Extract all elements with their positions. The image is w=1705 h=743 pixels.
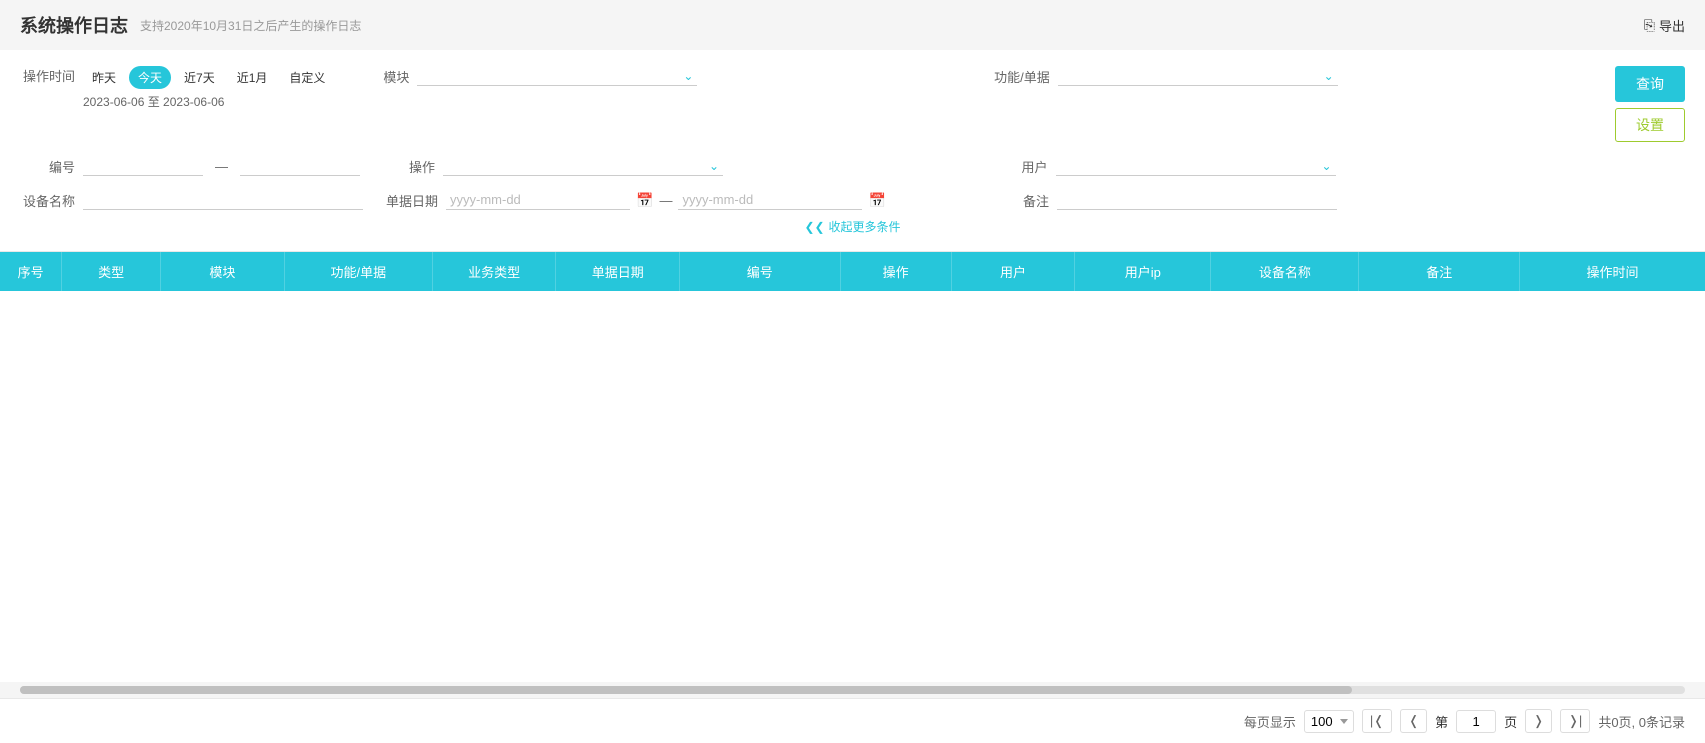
module-select-wrapper: ⌄ xyxy=(417,66,697,86)
first-page-btn[interactable]: |❬ xyxy=(1362,709,1392,733)
col-module: 模块 xyxy=(161,252,285,291)
col-func: 功能/单据 xyxy=(284,252,432,291)
col-operation: 操作 xyxy=(840,252,951,291)
per-page-select[interactable]: 100 50 200 xyxy=(1304,710,1354,733)
col-no: 序号 xyxy=(0,252,62,291)
device-filter-cell: 设备名称 xyxy=(20,190,363,210)
user-select-wrapper: ⌄ xyxy=(1056,156,1336,176)
next-page-btn[interactable]: ❭ xyxy=(1525,709,1552,733)
device-input[interactable] xyxy=(83,190,363,210)
code-dash: — xyxy=(211,159,232,174)
filter-row-1: 操作时间 昨天 今天 近7天 近1月 自定义 2023-06-06 至 2023… xyxy=(20,66,1685,142)
prev-page-btn[interactable]: ❬ xyxy=(1400,709,1427,733)
operation-filter-cell: 操作 ⌄ xyxy=(380,156,973,176)
page-suffix: 页 xyxy=(1504,712,1517,731)
time-btn-today[interactable]: 今天 xyxy=(129,66,171,89)
table-header: 序号 类型 模块 功能/单据 业务类型 单据日期 编号 操作 用户 用户ip 设… xyxy=(0,252,1705,291)
code-label: 编号 xyxy=(20,157,75,176)
module-select[interactable] xyxy=(417,66,697,85)
page-title: 系统操作日志 xyxy=(20,12,128,38)
pagination: 每页显示 100 50 200 |❬ ❬ 第 页 ❭ ❭| 共0页, 0条记录 xyxy=(0,698,1705,743)
func-select[interactable] xyxy=(1058,66,1338,85)
voucher-date-filter-cell: 单据日期 📅 — 📅 xyxy=(383,190,974,210)
col-voucher-date: 单据日期 xyxy=(556,252,680,291)
voucher-date-label: 单据日期 xyxy=(383,191,438,210)
time-btn-yesterday[interactable]: 昨天 xyxy=(83,66,125,89)
col-op-time: 操作时间 xyxy=(1520,252,1705,291)
time-btn-custom[interactable]: 自定义 xyxy=(280,66,334,89)
date-range-wrapper: 📅 — 📅 xyxy=(446,190,886,210)
action-buttons: 查询 设置 xyxy=(1615,66,1685,142)
date-dash: — xyxy=(659,193,672,208)
date-end-input[interactable] xyxy=(678,190,862,210)
table-header-row: 序号 类型 模块 功能/单据 业务类型 单据日期 编号 操作 用户 用户ip 设… xyxy=(0,252,1705,291)
module-filter-cell: 模块 ⌄ xyxy=(354,66,964,86)
remark-input[interactable] xyxy=(1057,190,1337,210)
func-select-wrapper: ⌄ xyxy=(1058,66,1338,86)
time-buttons-group: 昨天 今天 近7天 近1月 自定义 xyxy=(83,66,334,89)
col-biz: 业务类型 xyxy=(432,252,556,291)
remark-filter-cell: 备注 xyxy=(994,190,1585,210)
operation-label: 操作 xyxy=(380,157,435,176)
time-date-range: 2023-06-06 至 2023-06-06 xyxy=(83,93,334,110)
col-user: 用户 xyxy=(951,252,1075,291)
func-label: 功能/单据 xyxy=(985,67,1050,86)
total-info: 共0页, 0条记录 xyxy=(1598,712,1685,731)
calendar-start-icon[interactable]: 📅 xyxy=(636,192,653,209)
query-button[interactable]: 查询 xyxy=(1615,66,1685,102)
scrollbar-area[interactable] xyxy=(0,682,1705,698)
col-device: 设备名称 xyxy=(1211,252,1359,291)
page-subtitle: 支持2020年10月31日之后产生的操作日志 xyxy=(140,17,361,34)
last-page-btn[interactable]: ❭| xyxy=(1560,709,1590,733)
calendar-end-icon[interactable]: 📅 xyxy=(868,192,885,209)
filter-area: 操作时间 昨天 今天 近7天 近1月 自定义 2023-06-06 至 2023… xyxy=(0,50,1705,252)
page-input[interactable] xyxy=(1456,710,1496,733)
per-page-label: 每页显示 xyxy=(1244,712,1296,731)
remark-label: 备注 xyxy=(994,191,1049,210)
table-wrapper: 序号 类型 模块 功能/单据 业务类型 单据日期 编号 操作 用户 用户ip 设… xyxy=(0,252,1705,682)
page-wrapper: 系统操作日志 支持2020年10月31日之后产生的操作日志 ⎘ 导出 操作时间 … xyxy=(0,0,1705,743)
col-remark: 备注 xyxy=(1359,252,1520,291)
user-filter-cell: 用户 ⌄ xyxy=(993,156,1586,176)
collapse-button[interactable]: ❮❮ 收起更多条件 xyxy=(804,218,900,235)
device-label: 设备名称 xyxy=(20,191,75,210)
col-user-ip: 用户ip xyxy=(1075,252,1211,291)
filter-row-2: 编号 — 操作 ⌄ 用户 xyxy=(20,156,1685,176)
time-section: 昨天 今天 近7天 近1月 自定义 2023-06-06 至 2023-06-0… xyxy=(83,66,334,110)
date-start-input[interactable] xyxy=(446,190,630,210)
filter-row-3: 设备名称 单据日期 📅 — 📅 备注 xyxy=(20,190,1685,210)
code-end-input[interactable] xyxy=(240,156,360,176)
code-start-input[interactable] xyxy=(83,156,203,176)
scrollbar-track xyxy=(20,686,1685,694)
export-button[interactable]: ⎘ 导出 xyxy=(1644,16,1685,35)
user-label: 用户 xyxy=(993,157,1048,176)
collapse-chevron-icon: ❮❮ xyxy=(804,220,824,234)
header-left: 系统操作日志 支持2020年10月31日之后产生的操作日志 xyxy=(20,12,361,38)
collapse-label: 收起更多条件 xyxy=(829,218,901,235)
code-filter-cell: 编号 — xyxy=(20,156,360,176)
time-btn-7days[interactable]: 近7天 xyxy=(175,66,224,89)
settings-button[interactable]: 设置 xyxy=(1615,108,1685,142)
time-filter-cell: 操作时间 昨天 今天 近7天 近1月 自定义 2023-06-06 至 2023… xyxy=(20,66,334,110)
module-label: 模块 xyxy=(354,67,409,86)
operation-select-wrapper: ⌄ xyxy=(443,156,723,176)
page-header: 系统操作日志 支持2020年10月31日之后产生的操作日志 ⎘ 导出 xyxy=(0,0,1705,50)
col-code: 编号 xyxy=(679,252,840,291)
export-label: 导出 xyxy=(1659,16,1685,35)
page-label: 第 xyxy=(1435,712,1448,731)
data-table: 序号 类型 模块 功能/单据 业务类型 单据日期 编号 操作 用户 用户ip 设… xyxy=(0,252,1705,291)
time-btn-1month[interactable]: 近1月 xyxy=(228,66,277,89)
col-type: 类型 xyxy=(62,252,161,291)
collapse-row: ❮❮ 收起更多条件 xyxy=(20,218,1685,235)
operation-select[interactable] xyxy=(443,156,723,175)
scrollbar-thumb xyxy=(20,686,1352,694)
time-label: 操作时间 xyxy=(20,66,75,85)
user-select[interactable] xyxy=(1056,156,1336,175)
export-icon: ⎘ xyxy=(1644,17,1655,34)
func-filter-cell: 功能/单据 ⌄ xyxy=(985,66,1595,86)
